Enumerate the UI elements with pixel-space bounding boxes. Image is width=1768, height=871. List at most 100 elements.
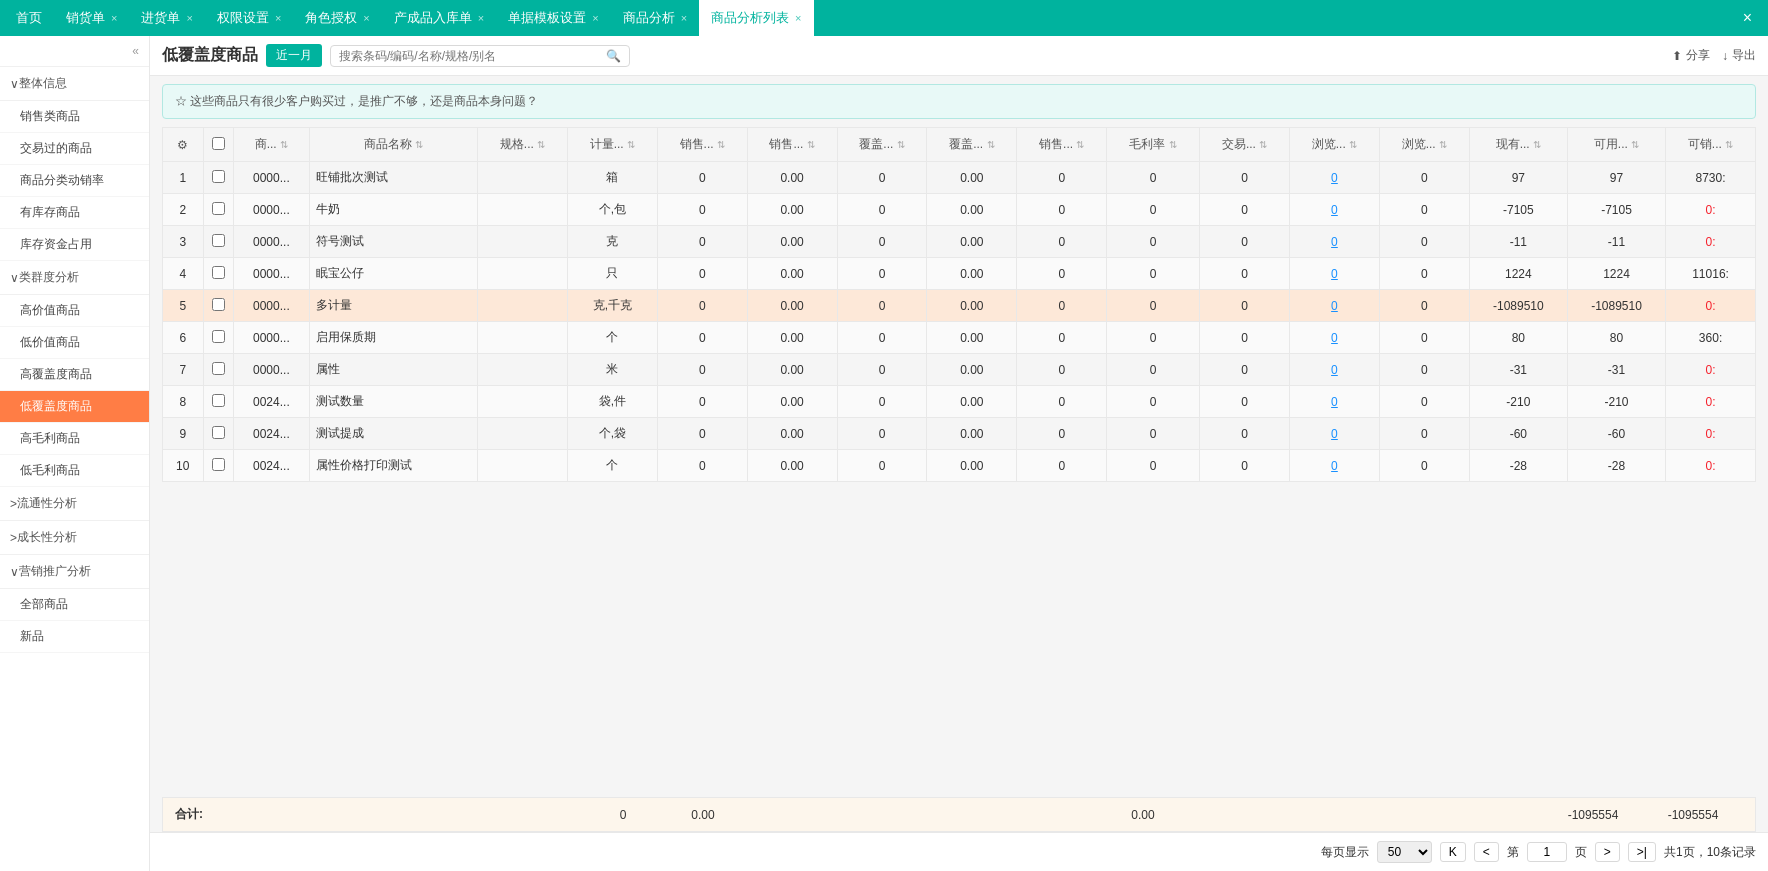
col-coverage2[interactable]: 覆盖... ⇅: [927, 128, 1017, 162]
export-button[interactable]: ↓ 导出: [1722, 47, 1756, 64]
sidebar-item-low-margin[interactable]: 低毛利商品: [0, 455, 149, 487]
cell-view1[interactable]: 0: [1290, 226, 1380, 258]
col-sales-qty[interactable]: 销售... ⇅: [657, 128, 747, 162]
cell-checkbox[interactable]: [203, 450, 233, 482]
tab-purchase[interactable]: 进货单 ×: [129, 0, 204, 36]
sidebar-section-growth[interactable]: > 成长性分析: [0, 521, 149, 555]
tab-product-warehouse[interactable]: 产成品入库单 ×: [382, 0, 496, 36]
close-tab-template[interactable]: ×: [592, 12, 598, 24]
col-view2[interactable]: 浏览... ⇅: [1379, 128, 1469, 162]
row-checkbox[interactable]: [212, 170, 225, 183]
row-checkbox[interactable]: [212, 298, 225, 311]
row-checkbox[interactable]: [212, 234, 225, 247]
sidebar-section-cluster[interactable]: ∨ 类群度分析: [0, 261, 149, 295]
cell-view1[interactable]: 0: [1290, 386, 1380, 418]
cell-checkbox[interactable]: [203, 322, 233, 354]
sidebar-item-low-coverage[interactable]: 低覆盖度商品: [0, 391, 149, 423]
row-checkbox[interactable]: [212, 426, 225, 439]
cell-checkbox[interactable]: [203, 354, 233, 386]
sidebar-header[interactable]: «: [0, 36, 149, 67]
search-icon[interactable]: 🔍: [606, 49, 621, 63]
cell-view1[interactable]: 0: [1290, 194, 1380, 226]
search-input[interactable]: [339, 49, 602, 63]
col-spec[interactable]: 规格... ⇅: [478, 128, 568, 162]
last-page-button[interactable]: >|: [1628, 842, 1656, 862]
col-name[interactable]: 商品名称 ⇅: [310, 128, 478, 162]
view1-link[interactable]: 0: [1331, 363, 1338, 377]
close-tab-product-analysis[interactable]: ×: [681, 12, 687, 24]
col-stock1[interactable]: 现有... ⇅: [1469, 128, 1567, 162]
cell-view1[interactable]: 0: [1290, 322, 1380, 354]
tab-sales[interactable]: 销货单 ×: [54, 0, 129, 36]
sidebar-item-all-products[interactable]: 全部商品: [0, 589, 149, 621]
row-checkbox[interactable]: [212, 362, 225, 375]
cell-view1[interactable]: 0: [1290, 290, 1380, 322]
col-sales3[interactable]: 销售... ⇅: [1017, 128, 1107, 162]
tab-product-analysis-list[interactable]: 商品分析列表 ×: [699, 0, 813, 36]
cell-checkbox[interactable]: [203, 418, 233, 450]
next-page-button[interactable]: >: [1595, 842, 1620, 862]
close-tab-sales[interactable]: ×: [111, 12, 117, 24]
row-checkbox[interactable]: [212, 266, 225, 279]
col-sku[interactable]: 商... ⇅: [233, 128, 310, 162]
sidebar-item-new-products[interactable]: 新品: [0, 621, 149, 653]
tab-home[interactable]: 首页: [4, 0, 54, 36]
tab-role[interactable]: 角色授权 ×: [293, 0, 381, 36]
col-sales-amt[interactable]: 销售... ⇅: [747, 128, 837, 162]
sidebar-item-low-value[interactable]: 低价值商品: [0, 327, 149, 359]
col-stock2[interactable]: 可用... ⇅: [1567, 128, 1665, 162]
cell-checkbox[interactable]: [203, 258, 233, 290]
sidebar-item-high-margin[interactable]: 高毛利商品: [0, 423, 149, 455]
view1-link[interactable]: 0: [1331, 299, 1338, 313]
col-unit[interactable]: 计量... ⇅: [567, 128, 657, 162]
col-sellable[interactable]: 可销... ⇅: [1666, 128, 1756, 162]
sidebar-section-liquidity[interactable]: > 流通性分析: [0, 487, 149, 521]
view1-link[interactable]: 0: [1331, 171, 1338, 185]
sidebar-item-high-value[interactable]: 高价值商品: [0, 295, 149, 327]
select-all-checkbox[interactable]: [212, 137, 225, 150]
row-checkbox[interactable]: [212, 394, 225, 407]
cell-checkbox[interactable]: [203, 290, 233, 322]
col-settings[interactable]: ⚙: [163, 128, 204, 162]
col-coverage1[interactable]: 覆盖... ⇅: [837, 128, 927, 162]
tab-permission[interactable]: 权限设置 ×: [205, 0, 293, 36]
cell-checkbox[interactable]: [203, 162, 233, 194]
sidebar-item-category-turnover[interactable]: 商品分类动销率: [0, 165, 149, 197]
view1-link[interactable]: 0: [1331, 235, 1338, 249]
row-checkbox[interactable]: [212, 330, 225, 343]
tab-template[interactable]: 单据模板设置 ×: [496, 0, 610, 36]
close-tab-purchase[interactable]: ×: [186, 12, 192, 24]
view1-link[interactable]: 0: [1331, 427, 1338, 441]
cell-view1[interactable]: 0: [1290, 450, 1380, 482]
row-checkbox[interactable]: [212, 202, 225, 215]
tab-product-analysis[interactable]: 商品分析 ×: [611, 0, 699, 36]
cell-view1[interactable]: 0: [1290, 162, 1380, 194]
close-all-tabs[interactable]: ×: [1731, 9, 1764, 27]
sidebar-item-stock-capital[interactable]: 库存资金占用: [0, 229, 149, 261]
view1-link[interactable]: 0: [1331, 267, 1338, 281]
close-tab-permission[interactable]: ×: [275, 12, 281, 24]
sidebar-section-marketing[interactable]: ∨ 营销推广分析: [0, 555, 149, 589]
cell-view1[interactable]: 0: [1290, 418, 1380, 450]
col-checkbox[interactable]: [203, 128, 233, 162]
prev-page-button[interactable]: <: [1474, 842, 1499, 862]
cell-checkbox[interactable]: [203, 226, 233, 258]
sidebar-item-high-coverage[interactable]: 高覆盖度商品: [0, 359, 149, 391]
view1-link[interactable]: 0: [1331, 203, 1338, 217]
time-filter-button[interactable]: 近一月: [266, 44, 322, 67]
row-checkbox[interactable]: [212, 458, 225, 471]
cell-view1[interactable]: 0: [1290, 354, 1380, 386]
sidebar-section-overall[interactable]: ∨ 整体信息: [0, 67, 149, 101]
first-page-button[interactable]: K: [1440, 842, 1466, 862]
page-input[interactable]: [1527, 842, 1567, 862]
view1-link[interactable]: 0: [1331, 395, 1338, 409]
close-tab-role[interactable]: ×: [363, 12, 369, 24]
col-margin[interactable]: 毛利率 ⇅: [1107, 128, 1200, 162]
close-tab-product-warehouse[interactable]: ×: [478, 12, 484, 24]
sidebar-item-stocked-products[interactable]: 有库存商品: [0, 197, 149, 229]
cell-checkbox[interactable]: [203, 386, 233, 418]
close-tab-product-analysis-list[interactable]: ×: [795, 12, 801, 24]
cell-view1[interactable]: 0: [1290, 258, 1380, 290]
sidebar-item-traded-products[interactable]: 交易过的商品: [0, 133, 149, 165]
col-trade[interactable]: 交易... ⇅: [1200, 128, 1290, 162]
